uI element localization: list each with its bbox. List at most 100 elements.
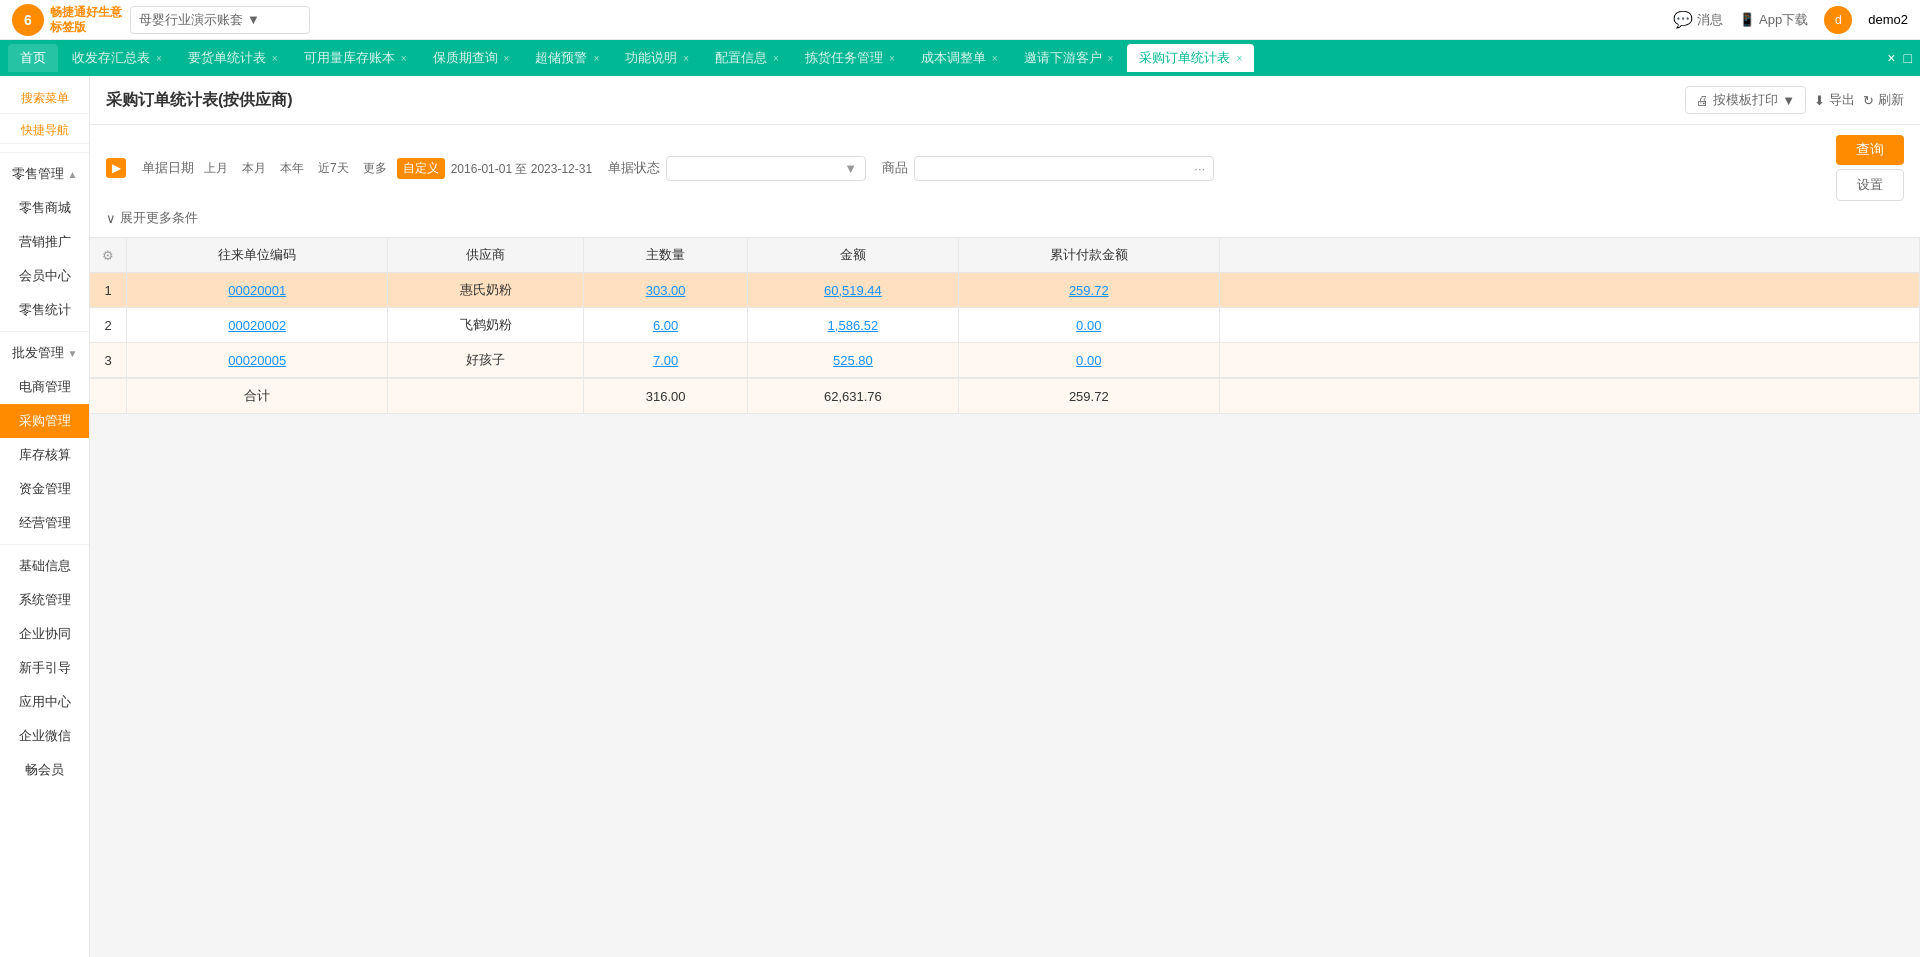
cell-amount: 60,519.44 — [748, 273, 958, 308]
sidebar-item-vip[interactable]: 畅会员 — [0, 753, 89, 787]
tab-shoufahuizong[interactable]: 收发存汇总表 × — [60, 44, 174, 72]
sidebar-item-wholesale[interactable]: 批发管理 ▼ — [0, 336, 89, 370]
close-icon[interactable]: × — [156, 53, 162, 64]
main-content: 采购订单统计表(按供应商) 🖨 按模板打印 ▼ ⬇ 导出 ↻ 刷新 — [90, 76, 1920, 957]
status-select[interactable]: ▼ — [666, 156, 866, 181]
tab-gongneng[interactable]: 功能说明 × — [613, 44, 701, 72]
close-icon[interactable]: × — [1236, 53, 1242, 64]
more-icon: ··· — [1194, 161, 1205, 176]
filter-toggle[interactable]: ▶ — [106, 158, 126, 178]
col-quantity: 主数量 — [583, 238, 747, 273]
date-btn-thisyear[interactable]: 本年 — [276, 158, 308, 179]
tab-yaoqing[interactable]: 邀请下游客户 × — [1012, 44, 1126, 72]
tab-chengben[interactable]: 成本调整单 × — [909, 44, 1010, 72]
close-all-icon[interactable]: × — [1887, 50, 1895, 66]
sidebar-item-app-center[interactable]: 应用中心 — [0, 685, 89, 719]
cell-supplier: 惠氏奶粉 — [388, 273, 583, 308]
close-icon[interactable]: × — [773, 53, 779, 64]
cell-no: 1 — [90, 273, 127, 308]
table-row[interactable]: 2 00020002 飞鹤奶粉 6.00 1,586.52 0.00 — [90, 308, 1920, 343]
cell-extra — [1220, 343, 1920, 379]
close-icon[interactable]: × — [272, 53, 278, 64]
sidebar-item-operations[interactable]: 经营管理 — [0, 506, 89, 540]
table-area: ⚙ 往来单位编码 供应商 主数量 金额 累计付款金额 1 00020001 惠氏… — [90, 238, 1920, 414]
close-icon[interactable]: × — [683, 53, 689, 64]
expand-more-button[interactable]: ∨ 展开更多条件 — [106, 209, 1904, 227]
header-actions: 🖨 按模板打印 ▼ ⬇ 导出 ↻ 刷新 — [1685, 86, 1904, 114]
close-icon[interactable]: × — [593, 53, 599, 64]
footer-empty-1 — [90, 378, 127, 414]
date-btn-more[interactable]: 更多 — [359, 158, 391, 179]
tab-peizhi[interactable]: 配置信息 × — [703, 44, 791, 72]
cell-extra — [1220, 273, 1920, 308]
date-btn-7days[interactable]: 近7天 — [314, 158, 353, 179]
sidebar-item-enterprise[interactable]: 企业协同 — [0, 617, 89, 651]
settings-button[interactable]: 设置 — [1836, 169, 1904, 201]
logo-text: 畅捷通好生意 标签版 — [50, 5, 122, 34]
message-icon: 💬 — [1673, 10, 1693, 29]
org-selector[interactable]: 母婴行业演示账套 ▼ — [130, 6, 310, 34]
tab-home[interactable]: 首页 — [8, 44, 58, 72]
close-icon[interactable]: × — [1108, 53, 1114, 64]
refresh-button[interactable]: ↻ 刷新 — [1863, 91, 1904, 109]
cell-no: 2 — [90, 308, 127, 343]
tab-baozhi[interactable]: 保质期查询 × — [421, 44, 522, 72]
table-row[interactable]: 3 00020005 好孩子 7.00 525.80 0.00 — [90, 343, 1920, 379]
print-button[interactable]: 🖨 按模板打印 ▼ — [1685, 86, 1806, 114]
close-icon[interactable]: × — [504, 53, 510, 64]
sidebar-item-new-guide[interactable]: 新手引导 — [0, 651, 89, 685]
footer-amount: 62,631.76 — [748, 378, 958, 414]
tab-caigoutongji[interactable]: 采购订单统计表 × — [1127, 44, 1254, 72]
sidebar-item-retail-shop[interactable]: 零售商城 — [0, 191, 89, 225]
date-shortcuts: 上月 本月 本年 近7天 更多 自定义 — [200, 158, 445, 179]
sidebar-item-finance[interactable]: 资金管理 — [0, 472, 89, 506]
goods-input[interactable]: ··· — [914, 156, 1214, 181]
tab-yaohuo[interactable]: 要货单统计表 × — [176, 44, 290, 72]
sidebar-item-basic-info[interactable]: 基础信息 — [0, 549, 89, 583]
chevron-down-icon: ▼ — [247, 12, 260, 27]
sidebar-item-inventory[interactable]: 库存核算 — [0, 438, 89, 472]
cell-paid: 0.00 — [958, 343, 1219, 379]
sidebar-item-purchase[interactable]: 采购管理 — [0, 404, 89, 438]
cell-quantity: 6.00 — [583, 308, 747, 343]
sidebar-item-wechat[interactable]: 企业微信 — [0, 719, 89, 753]
cell-no: 3 — [90, 343, 127, 379]
export-button[interactable]: ⬇ 导出 — [1814, 91, 1855, 109]
cell-paid: 0.00 — [958, 308, 1219, 343]
close-icon[interactable]: × — [889, 53, 895, 64]
message-button[interactable]: 💬 消息 — [1673, 10, 1723, 29]
table-row[interactable]: 1 00020001 惠氏奶粉 303.00 60,519.44 259.72 — [90, 273, 1920, 308]
date-btn-custom[interactable]: 自定义 — [397, 158, 445, 179]
tab-pihuo[interactable]: 拣货任务管理 × — [793, 44, 907, 72]
cell-quantity: 303.00 — [583, 273, 747, 308]
logo-area: 6 畅捷通好生意 标签版 — [12, 4, 122, 36]
sidebar-item-marketing[interactable]: 营销推广 — [0, 225, 89, 259]
tab-chaochuyujing[interactable]: 超储预警 × — [523, 44, 611, 72]
query-button[interactable]: 查询 — [1836, 135, 1904, 165]
refresh-icon: ↻ — [1863, 93, 1874, 108]
sidebar-item-members[interactable]: 会员中心 — [0, 259, 89, 293]
page-title: 采购订单统计表(按供应商) — [106, 90, 293, 111]
sidebar-item-system[interactable]: 系统管理 — [0, 583, 89, 617]
footer-quantity: 316.00 — [583, 378, 747, 414]
avatar[interactable]: d — [1824, 6, 1852, 34]
date-btn-lastmonth[interactable]: 上月 — [200, 158, 232, 179]
settings-icon[interactable]: ⚙ — [102, 248, 114, 263]
tab-keyongliang[interactable]: 可用量库存账本 × — [292, 44, 419, 72]
sidebar-divider-2 — [0, 331, 89, 332]
close-icon[interactable]: × — [401, 53, 407, 64]
sidebar-item-retail[interactable]: 零售管理 ▲ — [0, 157, 89, 191]
chevron-down-icon: ▼ — [1782, 93, 1795, 108]
filter-area: ▶ 单据日期 上月 本月 本年 近7天 更多 自定义 2016-01-01 至 … — [90, 125, 1920, 238]
sidebar-item-retail-stats[interactable]: 零售统计 — [0, 293, 89, 327]
date-btn-thismonth[interactable]: 本月 — [238, 158, 270, 179]
sidebar-item-ecommerce[interactable]: 电商管理 — [0, 370, 89, 404]
col-settings: ⚙ — [90, 238, 127, 273]
maximize-icon[interactable]: □ — [1904, 50, 1912, 66]
sidebar-quick-nav[interactable]: 快捷导航 — [0, 118, 89, 144]
export-icon: ⬇ — [1814, 93, 1825, 108]
close-icon[interactable]: × — [992, 53, 998, 64]
sidebar-search[interactable]: 搜索菜单 — [0, 84, 89, 114]
app-download-button[interactable]: 📱 App下载 — [1739, 11, 1808, 29]
col-supplier: 供应商 — [388, 238, 583, 273]
